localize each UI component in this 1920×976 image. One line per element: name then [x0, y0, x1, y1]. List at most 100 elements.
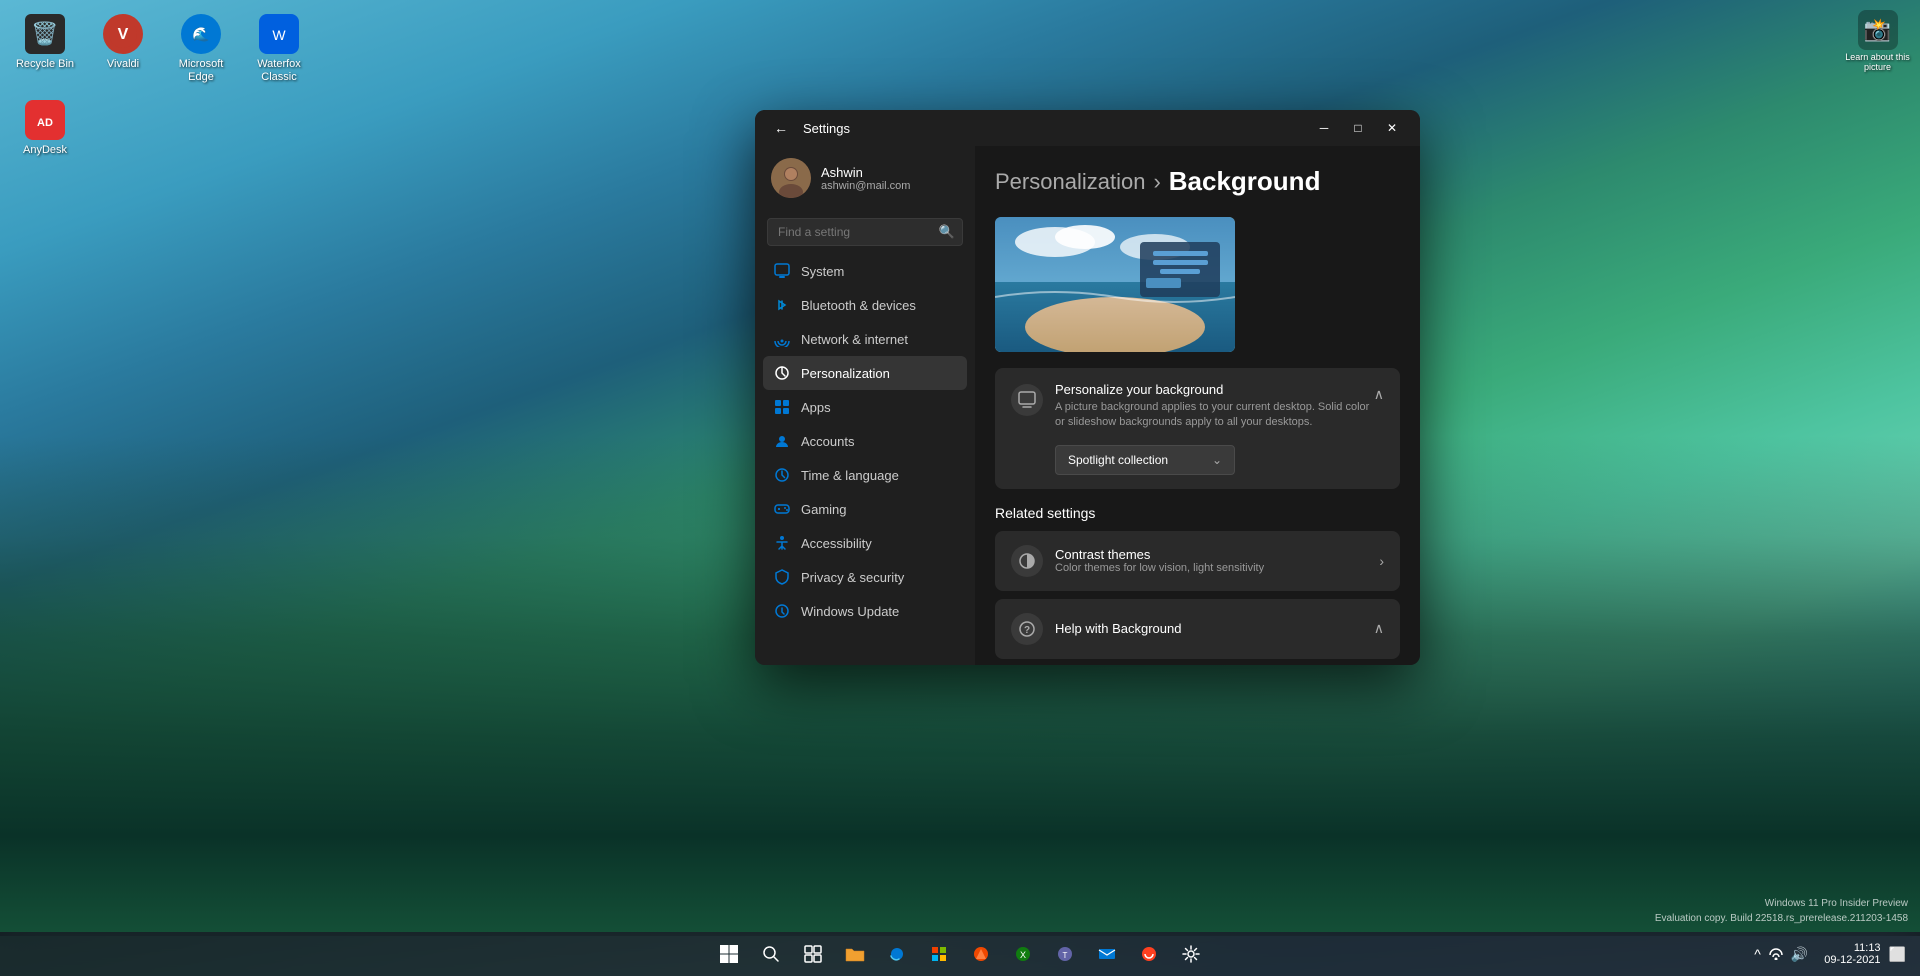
svg-text:X: X — [1020, 950, 1026, 960]
system-tray: ^ 🔊 — [1752, 944, 1810, 965]
svg-text:AD: AD — [37, 117, 53, 129]
sidebar-item-system[interactable]: System — [763, 254, 967, 288]
contrast-themes-title: Contrast themes — [1055, 547, 1379, 562]
desktop-icon-row-1: 🗑️ Recycle Bin V Vivaldi 🌊 Microsoft Edg… — [10, 10, 314, 88]
notification-icon[interactable]: ⬜ — [1887, 944, 1908, 965]
sidebar-item-network[interactable]: Network & internet — [763, 322, 967, 356]
sidebar-item-bluetooth[interactable]: Bluetooth & devices — [763, 288, 967, 322]
sidebar-label-gaming: Gaming — [801, 502, 847, 517]
accounts-icon — [773, 432, 791, 450]
preview-button-mini — [1146, 278, 1181, 288]
search-box: 🔍 — [763, 218, 967, 246]
task-view-button[interactable] — [795, 936, 831, 972]
taskbar-time[interactable]: 11:13 09-12-2021 — [1824, 942, 1880, 966]
taskbar-edge[interactable] — [879, 936, 915, 972]
sidebar-label-network: Network & internet — [801, 332, 908, 347]
page-header: Personalization › Background — [995, 166, 1400, 197]
waterfox-label: Waterfox Classic — [248, 58, 310, 84]
sidebar-item-privacy[interactable]: Privacy & security — [763, 560, 967, 594]
minimize-button[interactable]: ─ — [1308, 114, 1340, 142]
clock-date: 09-12-2021 — [1824, 954, 1880, 966]
background-type-dropdown[interactable]: Spotlight collection ⌄ — [1055, 445, 1235, 475]
gaming-icon — [773, 500, 791, 518]
user-info: Ashwin ashwin@mail.com — [821, 165, 910, 192]
svg-text:W: W — [272, 27, 286, 43]
volume-tray-icon[interactable]: 🔊 — [1789, 944, 1810, 965]
desktop-icon-recycle-bin[interactable]: 🗑️ Recycle Bin — [10, 10, 80, 88]
help-card: ? Help with Background ∧ — [995, 599, 1400, 659]
start-button[interactable] — [711, 936, 747, 972]
waterfox-icon: W — [259, 14, 299, 54]
search-icon: 🔍 — [939, 224, 955, 240]
anydesk-label: AnyDesk — [23, 144, 67, 157]
settings-body: Ashwin ashwin@mail.com 🔍 System — [755, 146, 1420, 665]
contrast-themes-item[interactable]: Contrast themes Color themes for low vis… — [995, 531, 1400, 591]
preview-line-3 — [1160, 269, 1200, 274]
help-text: Help with Background — [1055, 621, 1374, 636]
sidebar-item-accounts[interactable]: Accounts — [763, 424, 967, 458]
close-button[interactable]: ✕ — [1376, 114, 1408, 142]
sidebar-label-privacy: Privacy & security — [801, 570, 904, 585]
sidebar-item-personalization[interactable]: Personalization — [763, 356, 967, 390]
screenshot-label: Learn about this picture — [1845, 52, 1910, 72]
user-email: ashwin@mail.com — [821, 180, 910, 192]
svg-text:T: T — [1063, 951, 1068, 960]
recycle-bin-label: Recycle Bin — [16, 58, 74, 71]
contrast-themes-text: Contrast themes Color themes for low vis… — [1055, 547, 1379, 574]
maximize-button[interactable]: □ — [1342, 114, 1374, 142]
time-language-icon — [773, 466, 791, 484]
desktop-icon-edge[interactable]: 🌊 Microsoft Edge — [166, 10, 236, 88]
clock-time: 11:13 — [1854, 942, 1881, 954]
sidebar-item-accessibility[interactable]: Accessibility — [763, 526, 967, 560]
sidebar-label-bluetooth: Bluetooth & devices — [801, 298, 916, 313]
vivaldi-icon: V — [103, 14, 143, 54]
taskbar-mail[interactable] — [1089, 936, 1125, 972]
desktop-icon-vivaldi[interactable]: V Vivaldi — [88, 10, 158, 88]
help-section-header[interactable]: ? Help with Background ∧ — [995, 599, 1400, 659]
sidebar-item-time-language[interactable]: Time & language — [763, 458, 967, 492]
personalize-section-card: Personalize your background A picture ba… — [995, 368, 1400, 489]
bluetooth-icon — [773, 296, 791, 314]
screenshot-button[interactable]: 📸 Learn about this picture — [1845, 10, 1910, 72]
taskbar-teams[interactable]: T — [1047, 936, 1083, 972]
personalize-section-header[interactable]: Personalize your background A picture ba… — [995, 368, 1400, 445]
taskbar-store[interactable] — [921, 936, 957, 972]
taskbar-photos[interactable] — [963, 936, 999, 972]
main-content: Personalization › Background — [975, 146, 1420, 665]
related-settings-section: Related settings Contrast themes Color t… — [995, 505, 1400, 591]
preview-overlay — [1140, 242, 1220, 297]
taskbar-center: X T — [711, 936, 1209, 972]
background-preview — [995, 217, 1235, 352]
taskbar-right: ^ 🔊 11:13 09-12-2021 ⬜ — [1752, 942, 1908, 966]
user-profile[interactable]: Ashwin ashwin@mail.com — [763, 146, 967, 210]
desktop-icon-row-2: AD AnyDesk — [10, 96, 314, 161]
taskbar-settings[interactable] — [1173, 936, 1209, 972]
contrast-themes-chevron: › — [1379, 553, 1384, 569]
personalize-section-title: Personalize your background — [1055, 382, 1374, 397]
taskbar-xbox[interactable]: X — [1005, 936, 1041, 972]
watermark-line1: Windows 11 Pro Insider Preview — [1655, 896, 1908, 911]
edge-label: Microsoft Edge — [170, 58, 232, 84]
taskbar-file-explorer[interactable] — [837, 936, 873, 972]
personalize-section-chevron: ∧ — [1374, 386, 1384, 403]
screenshot-icon: 📸 — [1858, 10, 1898, 50]
sidebar-label-system: System — [801, 264, 844, 279]
help-icon: ? — [1011, 613, 1043, 645]
user-name: Ashwin — [821, 165, 910, 180]
desktop-icon-anydesk[interactable]: AD AnyDesk — [10, 96, 80, 161]
title-bar: ← Settings ─ □ ✕ — [755, 110, 1420, 146]
related-settings-heading: Related settings — [995, 505, 1400, 521]
sidebar-label-accessibility: Accessibility — [801, 536, 872, 551]
sidebar-item-apps[interactable]: Apps — [763, 390, 967, 424]
tray-caret[interactable]: ^ — [1752, 944, 1763, 964]
taskbar-search-button[interactable] — [753, 936, 789, 972]
edge-icon: 🌊 — [181, 14, 221, 54]
preview-line-1 — [1153, 251, 1208, 256]
taskbar-edge-2[interactable] — [1131, 936, 1167, 972]
sidebar-item-windows-update[interactable]: Windows Update — [763, 594, 967, 628]
network-tray-icon[interactable] — [1767, 944, 1785, 965]
sidebar-item-gaming[interactable]: Gaming — [763, 492, 967, 526]
desktop-icon-waterfox[interactable]: W Waterfox Classic — [244, 10, 314, 88]
back-button[interactable]: ← — [767, 114, 795, 142]
search-input[interactable] — [767, 218, 963, 246]
